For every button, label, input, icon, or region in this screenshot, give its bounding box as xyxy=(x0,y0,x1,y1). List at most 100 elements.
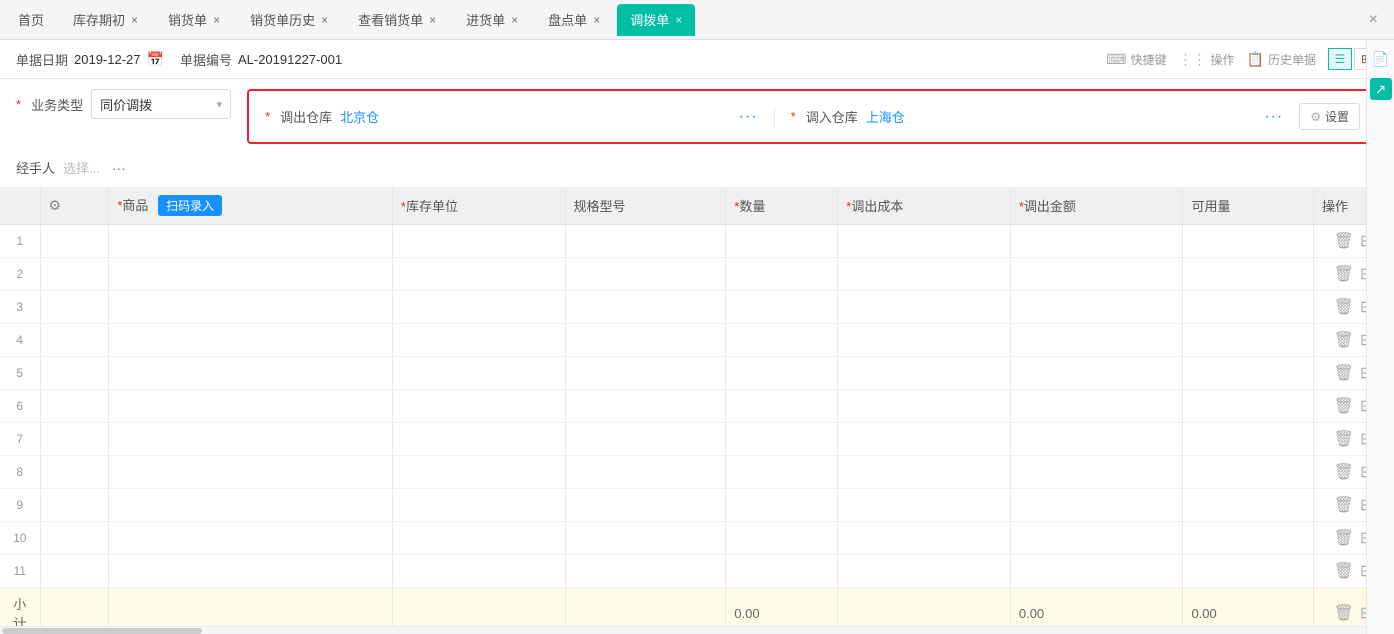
delete-icon[interactable]: 🗑 xyxy=(1334,330,1354,350)
col-spec: 规格型号 xyxy=(565,187,726,225)
tab-sales-history[interactable]: 销货单历史 × xyxy=(237,4,341,36)
in-warehouse-value: 上海仓 xyxy=(866,107,1253,126)
tab-sales-history-label: 销货单历史 xyxy=(250,10,315,29)
delete-icon[interactable]: 🗑 xyxy=(1334,396,1354,416)
row-index: 8 xyxy=(0,456,40,489)
delete-icon[interactable]: 🗑 xyxy=(1334,264,1354,284)
col-gear[interactable]: ⚙ xyxy=(40,187,109,225)
view-list-button[interactable]: ☰ xyxy=(1328,48,1352,70)
table-row: 11 🗑 ⊞ xyxy=(0,555,1394,588)
col-available: 可用量 xyxy=(1183,187,1314,225)
tab-inventory-init-label: 库存期初 xyxy=(73,10,125,29)
col-quantity: *数量 xyxy=(726,187,838,225)
delete-icon[interactable]: 🗑 xyxy=(1334,561,1354,581)
tab-home-label: 首页 xyxy=(18,10,44,29)
settings-button[interactable]: ⚙ 设置 xyxy=(1299,103,1360,130)
scroll-thumb[interactable] xyxy=(2,628,202,634)
in-warehouse-more-button[interactable]: ··· xyxy=(1264,108,1283,126)
delete-icon[interactable]: 🗑 xyxy=(1334,495,1354,515)
warehouse-section: * 调出仓库 北京仓 ··· * 调入仓库 上海仓 ··· ⚙ 设置 xyxy=(247,89,1378,144)
date-value: 2019-12-27 xyxy=(74,52,141,67)
tab-transfer-label: 调拨单 xyxy=(630,10,669,29)
col-unit: *库存单位 xyxy=(392,187,565,225)
table-row: 4 🗑 ⊞ xyxy=(0,324,1394,357)
tab-transfer[interactable]: 调拨单 × xyxy=(617,4,695,36)
row-index: 2 xyxy=(0,258,40,291)
table-row: 3 🗑 ⊞ xyxy=(0,291,1394,324)
date-group: 单据日期 2019-12-27 📅 xyxy=(16,50,164,69)
row-index: 6 xyxy=(0,390,40,423)
settings-button-wrapper: ⚙ 设置 xyxy=(1299,103,1360,130)
in-warehouse-required: * xyxy=(791,109,796,124)
in-warehouse-group: * 调入仓库 上海仓 ··· xyxy=(791,107,1284,126)
subtotal-label: 小计 xyxy=(0,588,40,627)
shortcut-icon: ⌨ xyxy=(1106,51,1126,68)
history-icon: 📋 xyxy=(1247,51,1264,68)
person-select[interactable]: 选择... xyxy=(63,158,100,177)
col-index xyxy=(0,187,40,225)
table-row: 1 🗑 ⊞ xyxy=(0,225,1394,258)
tab-inventory-check[interactable]: 盘点单 × xyxy=(535,4,613,36)
business-type-select[interactable]: 同价调拨 ▾ xyxy=(91,89,231,119)
subtotal-delete-icon[interactable]: 🗑 xyxy=(1334,603,1354,623)
tab-inventory-init[interactable]: 库存期初 × xyxy=(60,4,151,36)
tab-view-sales-label: 查看销货单 xyxy=(358,10,423,29)
calendar-icon[interactable]: 📅 xyxy=(147,51,164,68)
business-type-required: * xyxy=(16,97,21,112)
subtotal-row: 小计 0.00 0.00 0.00 🗑 ⊞ xyxy=(0,588,1394,627)
business-type-label: 业务类型 xyxy=(31,95,83,114)
table-row: 2 🗑 ⊞ xyxy=(0,258,1394,291)
tab-sales-history-close[interactable]: × xyxy=(321,13,328,27)
person-label: 经手人 xyxy=(16,158,55,177)
delete-icon[interactable]: 🗑 xyxy=(1334,528,1354,548)
history-label: 历史单据 xyxy=(1268,51,1316,68)
tab-inventory-check-label: 盘点单 xyxy=(548,10,587,29)
tab-bar: 首页 库存期初 × 销货单 × 销货单历史 × 查看销货单 × 进货单 × 盘点… xyxy=(0,0,1394,40)
tab-purchase-order-close[interactable]: × xyxy=(511,13,518,27)
top-toolbar: 单据日期 2019-12-27 📅 单据编号 AL-20191227-001 ⌨… xyxy=(0,40,1394,79)
gear-col-icon[interactable]: ⚙ xyxy=(49,197,62,213)
tab-purchase-order-label: 进货单 xyxy=(466,10,505,29)
subtotal-amount: 0.00 xyxy=(1183,588,1314,627)
col-product: *商品 扫码录入 xyxy=(109,187,393,225)
operation-button[interactable]: ⋮⋮ 操作 xyxy=(1179,51,1235,68)
sidebar-expand-icon[interactable]: ↗ xyxy=(1370,78,1392,100)
right-sidebar: 📄 ↗ xyxy=(1366,40,1394,634)
tab-view-sales-close[interactable]: × xyxy=(429,13,436,27)
sidebar-doc-icon[interactable]: 📄 xyxy=(1370,48,1392,70)
delete-icon[interactable]: 🗑 xyxy=(1334,462,1354,482)
date-label: 单据日期 xyxy=(16,50,68,69)
shortcut-button[interactable]: ⌨ 快捷键 xyxy=(1106,51,1166,68)
delete-icon[interactable]: 🗑 xyxy=(1334,297,1354,317)
delete-icon[interactable]: 🗑 xyxy=(1334,363,1354,383)
tab-view-sales[interactable]: 查看销货单 × xyxy=(345,4,449,36)
delete-icon[interactable]: 🗑 xyxy=(1334,231,1354,251)
close-window-button[interactable]: × xyxy=(1357,11,1390,29)
table-row: 7 🗑 ⊞ xyxy=(0,423,1394,456)
table-row: 6 🗑 ⊞ xyxy=(0,390,1394,423)
out-warehouse-more-button[interactable]: ··· xyxy=(739,108,758,126)
table-row: 10 🗑 ⊞ xyxy=(0,522,1394,555)
tab-sales-order-close[interactable]: × xyxy=(213,13,220,27)
tab-sales-order[interactable]: 销货单 × xyxy=(155,4,233,36)
scan-button[interactable]: 扫码录入 xyxy=(158,195,222,216)
tab-purchase-order[interactable]: 进货单 × xyxy=(453,4,531,36)
horizontal-scrollbar[interactable] xyxy=(0,626,1394,634)
history-button[interactable]: 📋 历史单据 xyxy=(1247,51,1316,68)
tab-inventory-init-close[interactable]: × xyxy=(131,13,138,27)
operation-label: 操作 xyxy=(1211,51,1235,68)
business-type-value: 同价调拨 xyxy=(100,95,152,114)
person-more-button[interactable]: ··· xyxy=(112,160,126,176)
table-wrapper: ⚙ *商品 扫码录入 *库存单位 规格型号 *数量 *调出成本 *调出金额 可用… xyxy=(0,187,1394,626)
tab-inventory-check-close[interactable]: × xyxy=(593,13,600,27)
out-warehouse-label: 调出仓库 xyxy=(280,107,332,126)
row-index: 7 xyxy=(0,423,40,456)
row-index: 3 xyxy=(0,291,40,324)
settings-label: 设置 xyxy=(1325,108,1349,125)
person-row: 经手人 选择... ··· xyxy=(0,154,1394,187)
out-warehouse-group: * 调出仓库 北京仓 ··· xyxy=(265,107,758,126)
tab-transfer-close[interactable]: × xyxy=(675,13,682,27)
table-row: 8 🗑 ⊞ xyxy=(0,456,1394,489)
delete-icon[interactable]: 🗑 xyxy=(1334,429,1354,449)
tab-home[interactable]: 首页 xyxy=(6,4,56,36)
